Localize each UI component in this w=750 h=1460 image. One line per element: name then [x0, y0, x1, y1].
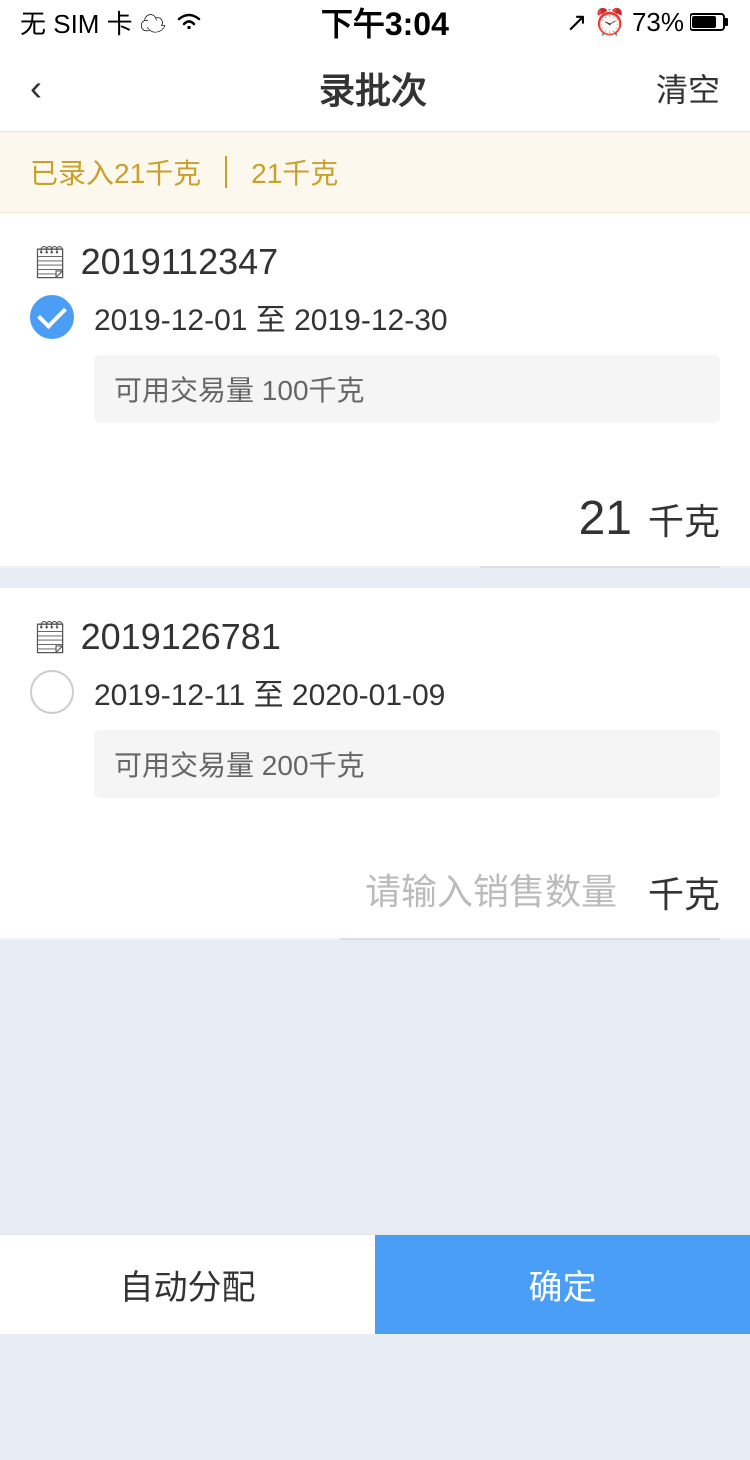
status-time: 下午3:04: [321, 0, 449, 45]
section-divider: [0, 568, 750, 588]
batch-id-1: 2019112347: [81, 241, 279, 283]
radio-2[interactable]: [30, 670, 74, 714]
bottom-bar: 自动分配 确定: [0, 1234, 750, 1334]
batch-row-1: 2019-12-01 至 2019-12-30: [30, 295, 720, 339]
batch-date-2: 2019-12-11 至 2020-01-09: [94, 670, 445, 714]
status-bar: 无 SIM 卡 ☁ 下午3:04 ↗ ⏰ 73%: [0, 0, 750, 44]
battery-icon: [690, 11, 730, 33]
available-qty-1: 可用交易量 100千克: [94, 355, 720, 423]
summary-value: 21千克: [251, 152, 338, 192]
batch-date-1: 2019-12-01 至 2019-12-30: [94, 295, 448, 339]
input-unit-2: 千克: [648, 866, 720, 918]
wifi-icon: [174, 11, 204, 33]
batch-icon-2: 🗒: [30, 618, 71, 656]
batch-icon-1: 🗒: [30, 243, 71, 281]
summary-divider: [225, 156, 227, 188]
auto-distribute-button[interactable]: 自动分配: [0, 1235, 375, 1334]
batch-row-2: 2019-12-11 至 2020-01-09: [30, 670, 720, 714]
location-icon: ↗: [566, 7, 588, 38]
summary-bar: 已录入21千克 21千克: [0, 132, 750, 213]
status-left: 无 SIM 卡 ☁: [20, 4, 204, 41]
status-right: ↗ ⏰ 73%: [566, 7, 730, 38]
confirm-button[interactable]: 确定: [375, 1235, 750, 1334]
nav-bar: ‹ 录批次 清空: [0, 44, 750, 132]
page-title: 录批次: [319, 62, 427, 114]
battery-label: 73%: [632, 7, 684, 38]
batch-card-1: 🗒 2019112347 2019-12-01 至 2019-12-30 可用交…: [0, 213, 750, 471]
sim-label: 无 SIM 卡 ☁: [20, 4, 166, 41]
clear-button[interactable]: 清空: [656, 65, 720, 111]
batch-header-2: 🗒 2019126781: [30, 616, 720, 658]
summary-label: 已录入21千克: [30, 152, 201, 192]
back-button[interactable]: ‹: [30, 67, 90, 109]
input-row-2: 千克: [0, 846, 750, 938]
batch-card-2: 🗒 2019126781 2019-12-11 至 2020-01-09 可用交…: [0, 588, 750, 846]
amount-row-1: 21 千克: [0, 471, 750, 566]
amount-value-1: 21: [579, 491, 632, 546]
alarm-icon: ⏰: [594, 7, 626, 38]
batch-header-1: 🗒 2019112347: [30, 241, 720, 283]
available-qty-2: 可用交易量 200千克: [94, 730, 720, 798]
amount-unit-1: 千克: [648, 493, 720, 545]
qty-input-2[interactable]: [332, 871, 632, 913]
batch-id-2: 2019126781: [81, 616, 281, 658]
radio-1[interactable]: [30, 295, 74, 339]
